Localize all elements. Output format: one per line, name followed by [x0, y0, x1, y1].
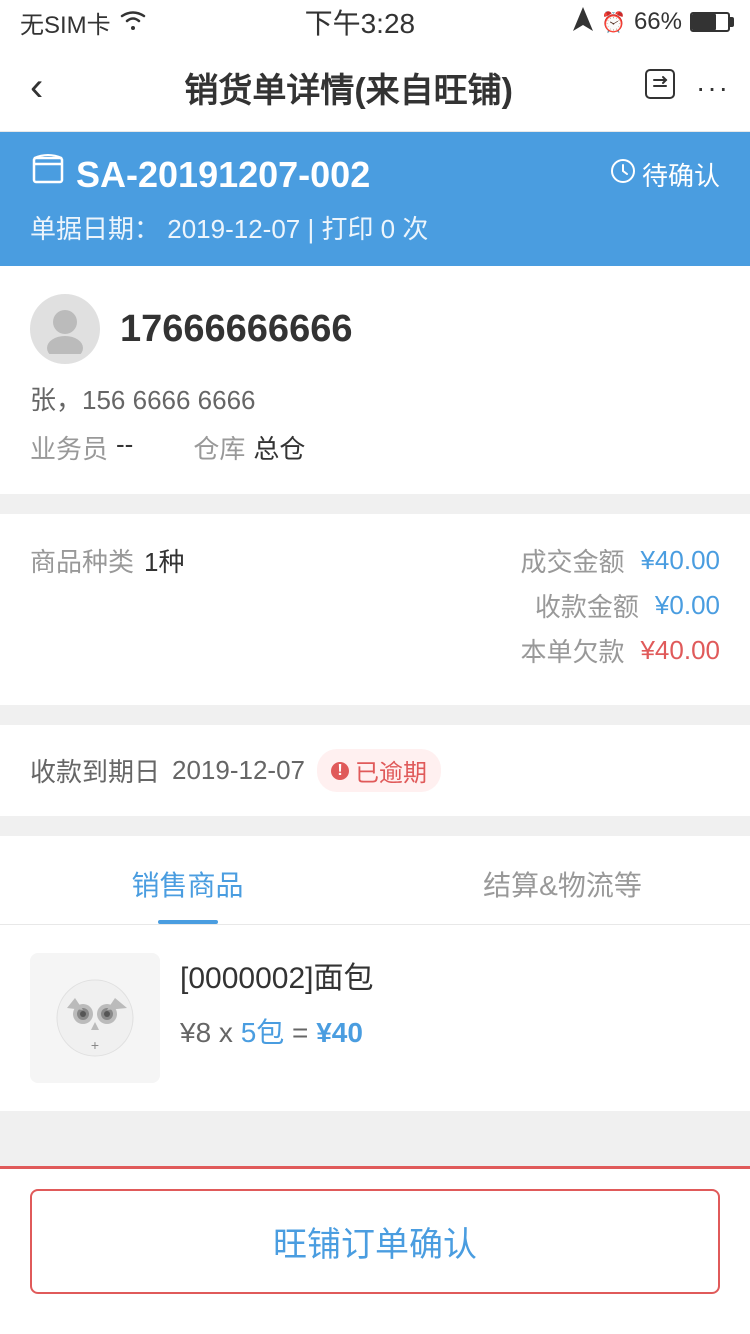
order-header: SA-20191207-002 待确认 单据日期： 2019-12-07 | 打…	[0, 132, 750, 266]
due-label: 收款到期日	[30, 752, 160, 789]
warehouse-value: 总仓	[253, 429, 305, 466]
customer-section: 17666666666 张，156 6666 6666 业务员 -- 仓库 总仓	[0, 266, 750, 494]
total-text: ¥40	[316, 1017, 363, 1048]
battery-icon	[690, 12, 730, 32]
nav-right: ···	[644, 68, 730, 108]
summary-left: 商品种类 1种	[30, 542, 184, 579]
tab-settlement[interactable]: 结算&物流等	[375, 836, 750, 924]
avatar	[30, 294, 100, 364]
amount-row: 成交金额 ¥40.00	[520, 542, 720, 579]
warehouse-meta: 仓库 总仓	[193, 429, 305, 466]
customer-meta: 业务员 -- 仓库 总仓	[30, 429, 720, 466]
order-date: 单据日期： 2019-12-07 | 打印 0 次	[30, 209, 720, 246]
order-status: 待确认	[610, 156, 720, 193]
debt-value: ¥40.00	[640, 635, 720, 666]
more-button[interactable]: ···	[696, 72, 730, 104]
due-section: 收款到期日 2019-12-07 ! 已逾期	[0, 725, 750, 816]
wifi-icon	[119, 8, 147, 37]
order-icon	[30, 152, 66, 197]
overdue-badge: ! 已逾期	[317, 749, 441, 792]
product-price: ¥8 x 5包 = ¥40	[180, 1011, 720, 1051]
product-name: [0000002]面包	[180, 953, 720, 997]
product-info: [0000002]面包 ¥8 x 5包 = ¥40	[180, 953, 720, 1051]
equals-text: =	[284, 1017, 316, 1048]
carrier-text: 无SIM卡	[20, 5, 111, 40]
tabs-section: 销售商品 结算&物流等	[0, 836, 750, 1111]
battery-percentage: 66%	[634, 8, 682, 36]
customer-phone: 17666666666	[120, 308, 352, 351]
sales-meta: 业务员 --	[30, 429, 133, 466]
summary-section: 商品种类 1种 成交金额 ¥40.00 收款金额 ¥0.00 本单欠款 ¥40.…	[0, 514, 750, 705]
product-type-label: 商品种类	[30, 542, 134, 579]
received-label: 收款金额	[535, 587, 639, 624]
price-text: ¥8 x	[180, 1017, 241, 1048]
sales-label: 业务员	[30, 429, 108, 466]
debt-label: 本单欠款	[520, 632, 624, 669]
tabs-header: 销售商品 结算&物流等	[0, 836, 750, 925]
received-row: 收款金额 ¥0.00	[520, 587, 720, 624]
clock-icon	[610, 158, 636, 191]
debt-row: 本单欠款 ¥40.00	[520, 632, 720, 669]
bottom-btn-area: 旺铺订单确认	[0, 1166, 750, 1334]
status-text: 待确认	[642, 156, 720, 193]
product-type-value: 1种	[144, 542, 184, 579]
status-left: 无SIM卡	[20, 5, 147, 40]
customer-name: 张，156 6666 6666	[30, 380, 720, 417]
status-time: 下午3:28	[305, 2, 416, 42]
status-right: ⏰ 66%	[573, 7, 730, 38]
qty-text: 5包	[241, 1017, 285, 1048]
order-id: SA-20191207-002	[30, 152, 370, 197]
product-list: + [0000002]面包 ¥8 x 5包 = ¥40	[0, 925, 750, 1111]
product-image: +	[30, 953, 160, 1083]
overdue-icon: !	[331, 762, 349, 780]
summary-right: 成交金额 ¥40.00 收款金额 ¥0.00 本单欠款 ¥40.00	[520, 542, 720, 677]
share-button[interactable]	[644, 68, 676, 108]
nav-bar: ‹ 销货单详情(来自旺铺) ···	[0, 44, 750, 132]
status-bar: 无SIM卡 下午3:28 ⏰ 66%	[0, 0, 750, 44]
confirm-button[interactable]: 旺铺订单确认	[30, 1189, 720, 1294]
received-value: ¥0.00	[655, 590, 720, 621]
location-icon	[573, 7, 593, 38]
page-title: 销货单详情(来自旺铺)	[53, 63, 644, 112]
overdue-text: 已逾期	[355, 753, 427, 788]
alarm-icon: ⏰	[601, 10, 626, 35]
amount-value: ¥40.00	[640, 545, 720, 576]
back-button[interactable]: ‹	[20, 55, 53, 120]
tab-sales[interactable]: 销售商品	[0, 836, 375, 924]
due-date: 2019-12-07	[172, 755, 305, 786]
amount-label: 成交金额	[520, 542, 624, 579]
svg-text:+: +	[91, 1037, 99, 1053]
sales-value: --	[116, 429, 133, 466]
warehouse-label: 仓库	[193, 429, 245, 466]
product-item: + [0000002]面包 ¥8 x 5包 = ¥40	[0, 925, 750, 1111]
